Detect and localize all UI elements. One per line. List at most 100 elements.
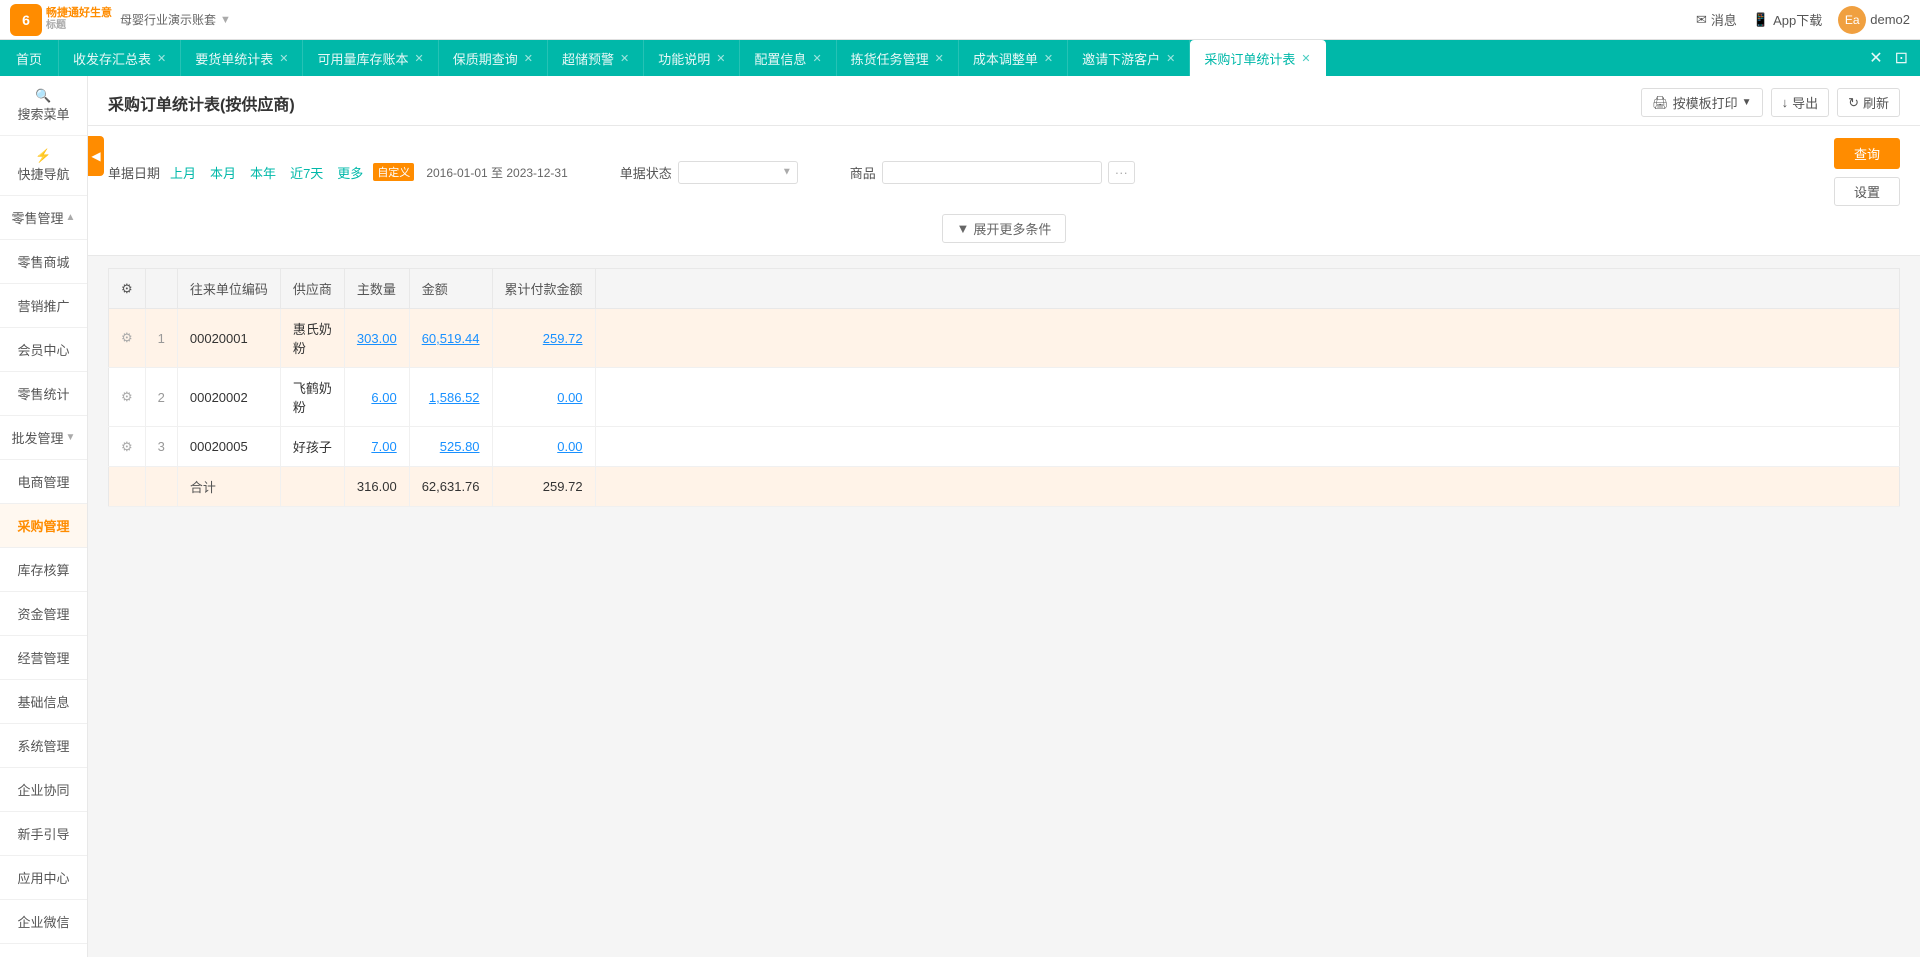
custom-date-badge[interactable]: 自定义 [373, 163, 414, 181]
export-button[interactable]: ↓ 导出 [1771, 88, 1830, 117]
refresh-button[interactable]: ↻ 刷新 [1837, 88, 1900, 117]
row-unit-code: 00020005 [177, 427, 280, 467]
sidebar-item-retail-stats[interactable]: 零售统计 [0, 372, 87, 416]
close-tab-icon[interactable]: ✕ [1301, 52, 1310, 65]
sidebar-item-app-center[interactable]: 应用中心 [0, 856, 87, 900]
nav-expand-btn[interactable]: ⊡ [1891, 46, 1912, 70]
tab-overstock[interactable]: 超储预警 ✕ [548, 40, 644, 76]
print-icon: 🖨 [1652, 95, 1669, 111]
tab-home[interactable]: 首页 [0, 40, 59, 76]
close-tab-icon[interactable]: ✕ [1166, 52, 1175, 65]
sidebar-item-enterprise-wechat[interactable]: 企业微信 [0, 900, 87, 944]
tab-pick-task[interactable]: 拣货任务管理 ✕ [837, 40, 959, 76]
close-tab-icon[interactable]: ✕ [157, 52, 166, 65]
sidebar-item-marketing[interactable]: 营销推广 [0, 284, 87, 328]
sidebar-item-basic-info[interactable]: 基础信息 [0, 680, 87, 724]
top-bar-right: ✉ 消息 📱 App下载 Ea demo2 [1696, 6, 1910, 34]
row-qty[interactable]: 7.00 [344, 427, 409, 467]
row-seq: 3 [145, 427, 177, 467]
main-content: ◀ 采购订单统计表(按供应商) 🖨 按模板打印 ▼ ↓ 导出 ↻ 刷新 [88, 76, 1920, 957]
expand-row: ▼ 展开更多条件 [108, 214, 1900, 243]
shortcut-7days[interactable]: 近7天 [286, 161, 327, 184]
row-paid-amount[interactable]: 259.72 [492, 309, 595, 368]
status-select[interactable] [678, 161, 798, 184]
th-extra [595, 269, 1899, 309]
chevron-down-icon: ▼ [220, 14, 231, 26]
sidebar-item-purchase[interactable]: 采购管理 [0, 504, 87, 548]
tab-available-stock[interactable]: 可用量库存账本 ✕ [303, 40, 438, 76]
sidebar-item-member[interactable]: 会员中心 [0, 328, 87, 372]
sidebar-item-retail-mall[interactable]: 零售商城 [0, 240, 87, 284]
tab-purchase-summary[interactable]: 采购订单统计表 ✕ [1190, 40, 1325, 76]
product-filter: 商品 ··· [850, 161, 1135, 184]
th-amount: 金额 [409, 269, 492, 309]
row-settings[interactable]: ⚙ [109, 368, 146, 427]
avatar: Ea [1838, 6, 1866, 34]
print-button[interactable]: 🖨 按模板打印 ▼ [1641, 88, 1762, 117]
more-filter-icon[interactable]: ··· [1108, 161, 1135, 184]
close-tab-icon[interactable]: ✕ [415, 52, 424, 65]
tab-expiry-query[interactable]: 保质期查询 ✕ [439, 40, 548, 76]
row-amount[interactable]: 1,586.52 [409, 368, 492, 427]
page-header: 采购订单统计表(按供应商) 🖨 按模板打印 ▼ ↓ 导出 ↻ 刷新 [88, 76, 1920, 126]
row-qty[interactable]: 303.00 [344, 309, 409, 368]
sidebar-item-vip[interactable]: 畅会员 [0, 944, 87, 957]
sidebar-item-finance[interactable]: 资金管理 [0, 592, 87, 636]
data-table: ⚙ 往来单位编码 供应商 主数量 金额 累计付款金额 ⚙ 1 00020001 … [108, 268, 1900, 507]
tab-cost-adjust[interactable]: 成本调整单 ✕ [959, 40, 1068, 76]
product-input[interactable] [882, 161, 1102, 184]
sidebar-item-operations[interactable]: 经营管理 [0, 636, 87, 680]
row-supplier: 惠氏奶粉 [280, 309, 344, 368]
breadcrumb[interactable]: 母婴行业演示账套 ▼ [120, 11, 231, 28]
sidebar-item-ecommerce[interactable]: 电商管理 [0, 460, 87, 504]
setting-button[interactable]: 设置 [1834, 177, 1900, 206]
row-settings[interactable]: ⚙ [109, 309, 146, 368]
close-tab-icon[interactable]: ✕ [716, 52, 725, 65]
shortcut-more[interactable]: 更多 [333, 161, 367, 184]
shortcut-last-month[interactable]: 上月 [166, 161, 200, 184]
footer-extra [595, 467, 1899, 507]
search-icon: 🔍 [35, 88, 51, 103]
user-area[interactable]: Ea demo2 [1838, 6, 1910, 34]
sidebar-item-search[interactable]: 🔍 搜索菜单 [0, 76, 87, 136]
sidebar-item-system[interactable]: 系统管理 [0, 724, 87, 768]
close-tab-icon[interactable]: ✕ [620, 52, 629, 65]
tab-invite-customer[interactable]: 邀请下游客户 ✕ [1068, 40, 1190, 76]
sidebar-item-quick-nav[interactable]: ⚡ 快捷导航 [0, 136, 87, 196]
row-qty[interactable]: 6.00 [344, 368, 409, 427]
shortcut-this-year[interactable]: 本年 [246, 161, 280, 184]
message-btn[interactable]: ✉ 消息 [1696, 10, 1737, 29]
sidebar-item-retail[interactable]: 零售管理 ▲ [0, 196, 87, 240]
main-nav: 首页 收发存汇总表 ✕ 要货单统计表 ✕ 可用量库存账本 ✕ 保质期查询 ✕ 超… [0, 40, 1920, 76]
date-filter: 单据日期 上月 本月 本年 近7天 更多 自定义 [108, 161, 414, 184]
table-footer-row: 合计 316.00 62,631.76 259.72 [109, 467, 1900, 507]
nav-close-btn[interactable]: ✕ [1865, 46, 1886, 70]
page-header-actions: 🖨 按模板打印 ▼ ↓ 导出 ↻ 刷新 [1641, 88, 1900, 117]
shortcut-this-month[interactable]: 本月 [206, 161, 240, 184]
close-tab-icon[interactable]: ✕ [524, 52, 533, 65]
row-amount[interactable]: 60,519.44 [409, 309, 492, 368]
expand-more-btn[interactable]: ▼ 展开更多条件 [942, 214, 1067, 243]
row-settings[interactable]: ⚙ [109, 427, 146, 467]
sidebar-item-new-guide[interactable]: 新手引导 [0, 812, 87, 856]
app-download-btn[interactable]: 📱 App下载 [1753, 10, 1822, 29]
close-tab-icon[interactable]: ✕ [279, 52, 288, 65]
th-settings[interactable]: ⚙ [109, 269, 146, 309]
logo-text: 畅捷通好生意 标题 [46, 7, 112, 32]
sidebar-item-inventory[interactable]: 库存核算 [0, 548, 87, 592]
close-tab-icon[interactable]: ✕ [1044, 52, 1053, 65]
tab-receive-summary[interactable]: 收发存汇总表 ✕ [59, 40, 181, 76]
tab-order-summary[interactable]: 要货单统计表 ✕ [181, 40, 303, 76]
sidebar-item-enterprise[interactable]: 企业协同 [0, 768, 87, 812]
sidebar-collapse-btn[interactable]: ◀ [88, 136, 104, 176]
row-paid-amount[interactable]: 0.00 [492, 368, 595, 427]
close-tab-icon[interactable]: ✕ [935, 52, 944, 65]
close-tab-icon[interactable]: ✕ [812, 52, 821, 65]
tab-config-info[interactable]: 配置信息 ✕ [740, 40, 836, 76]
row-paid-amount[interactable]: 0.00 [492, 427, 595, 467]
query-button[interactable]: 查询 [1834, 138, 1900, 169]
row-amount[interactable]: 525.80 [409, 427, 492, 467]
sidebar-item-wholesale[interactable]: 批发管理 ▼ [0, 416, 87, 460]
row-extra [595, 427, 1899, 467]
tab-function-desc[interactable]: 功能说明 ✕ [644, 40, 740, 76]
